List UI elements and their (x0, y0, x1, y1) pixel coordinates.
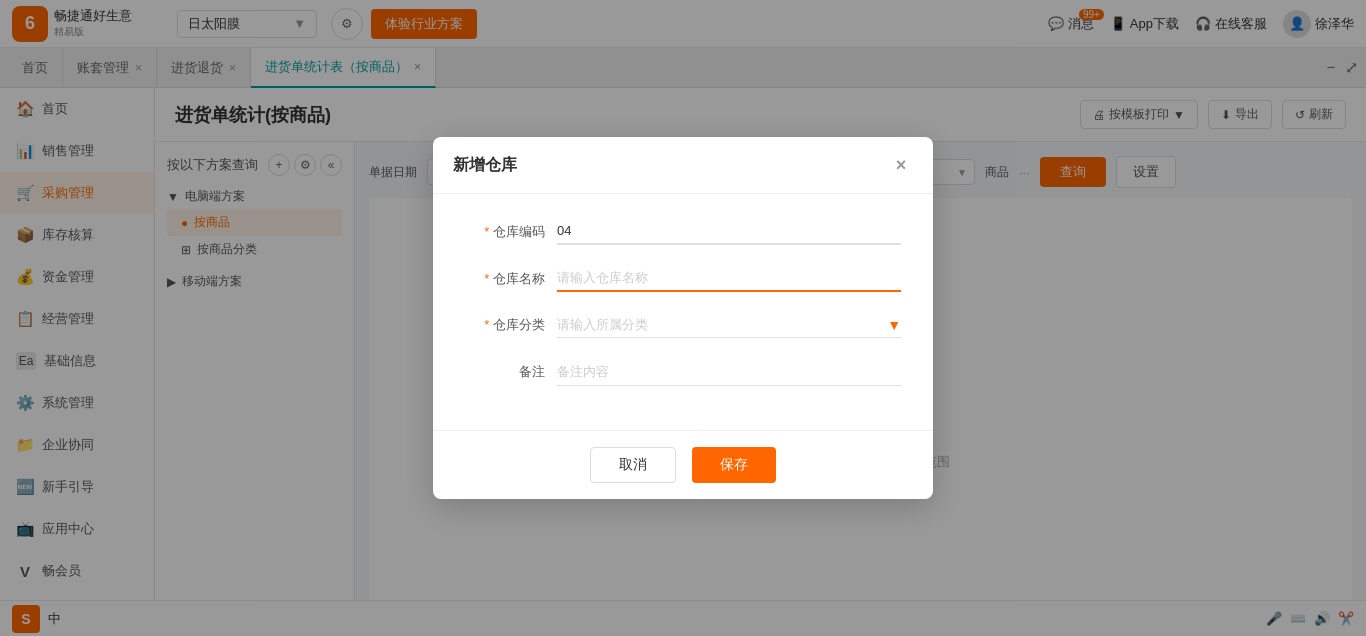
modal-title: 新增仓库 (453, 155, 517, 176)
form-row-category: 仓库分类 ▼ (465, 312, 901, 338)
code-label: 仓库编码 (465, 223, 545, 241)
modal-overlay[interactable]: 新增仓库 × 仓库编码 仓库名称 仓库分类 ▼ 备注 (0, 0, 1366, 636)
save-button[interactable]: 保存 (692, 447, 776, 483)
form-row-remark: 备注 (465, 358, 901, 386)
remark-input[interactable] (557, 358, 901, 386)
modal-header: 新增仓库 × (433, 137, 933, 194)
modal-close-btn[interactable]: × (889, 153, 913, 177)
remark-label: 备注 (465, 363, 545, 381)
form-row-name: 仓库名称 (465, 265, 901, 292)
add-warehouse-modal: 新增仓库 × 仓库编码 仓库名称 仓库分类 ▼ 备注 (433, 137, 933, 499)
category-select-row: ▼ (557, 312, 901, 338)
modal-body: 仓库编码 仓库名称 仓库分类 ▼ 备注 (433, 194, 933, 430)
name-input[interactable] (557, 265, 901, 292)
code-input[interactable] (557, 218, 901, 245)
category-dropdown-icon[interactable]: ▼ (887, 317, 901, 333)
cancel-button[interactable]: 取消 (590, 447, 676, 483)
category-label: 仓库分类 (465, 316, 545, 334)
form-row-code: 仓库编码 (465, 218, 901, 245)
modal-footer: 取消 保存 (433, 430, 933, 499)
category-input[interactable] (557, 312, 901, 338)
name-label: 仓库名称 (465, 270, 545, 288)
